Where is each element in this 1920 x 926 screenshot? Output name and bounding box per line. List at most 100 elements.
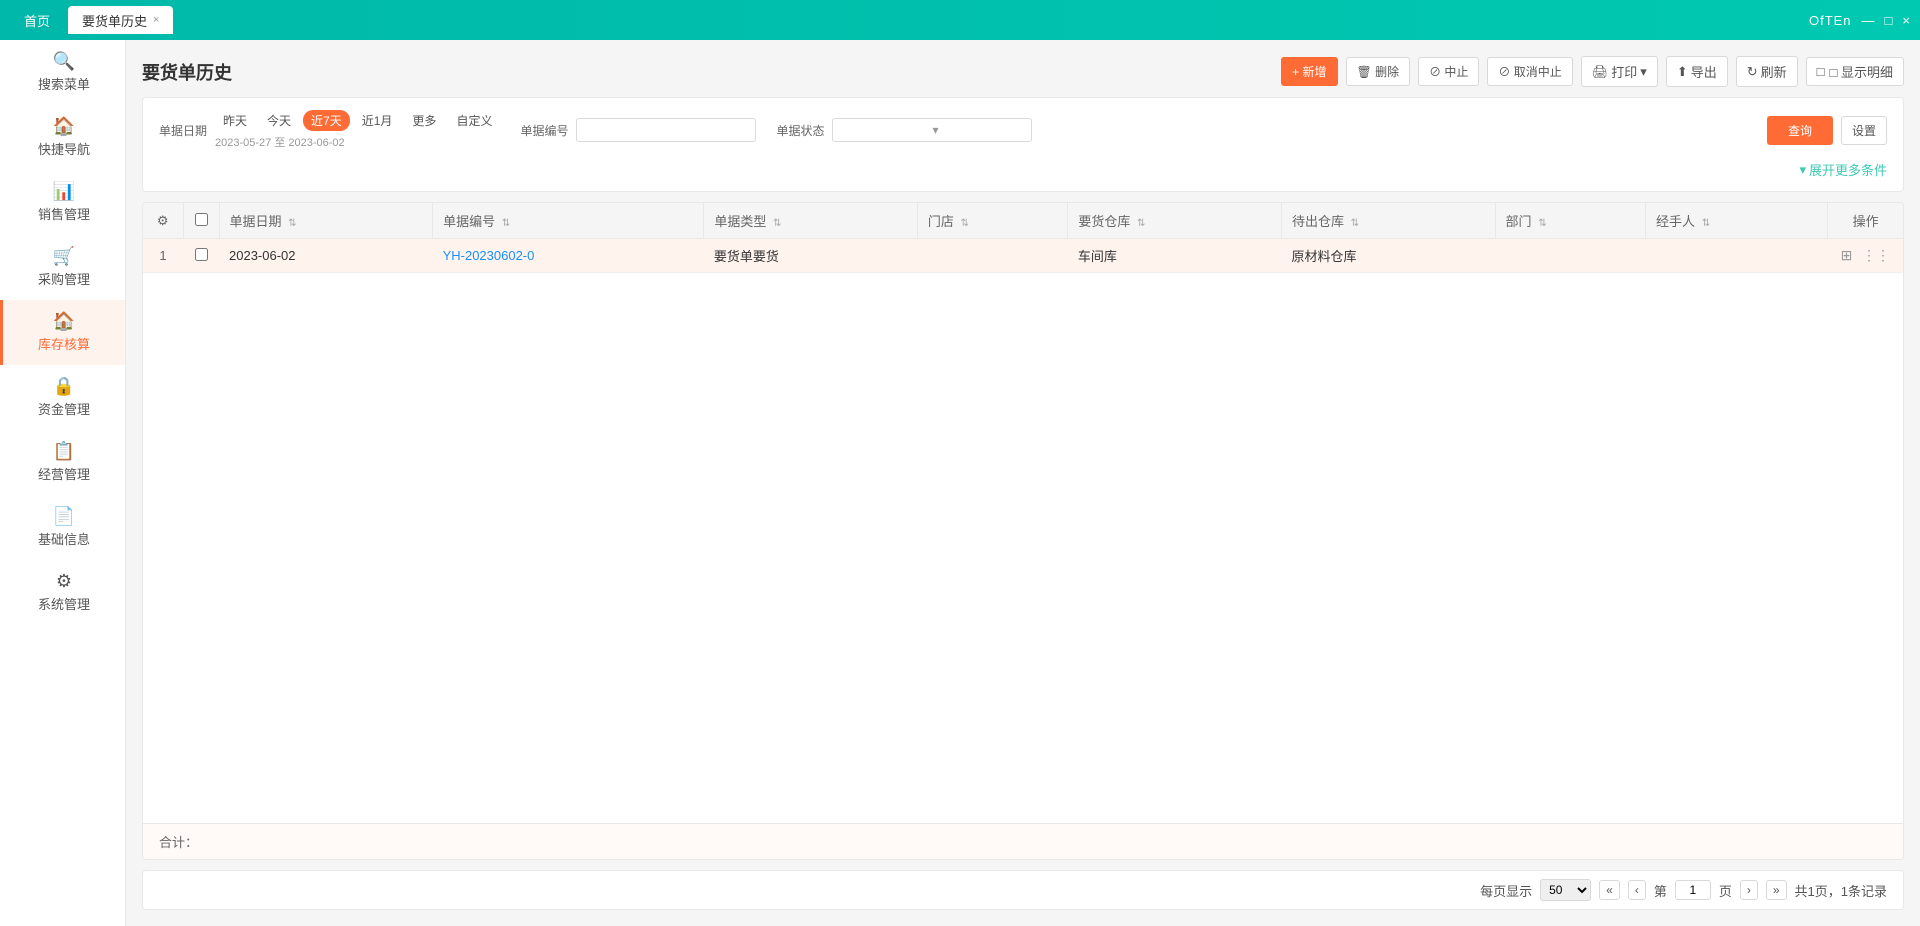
cancel-stop-button[interactable]: ⊘ 取消中止 (1487, 57, 1572, 86)
delete-button[interactable]: 🗑 删除 (1346, 57, 1411, 86)
status-select[interactable]: ▾ (832, 118, 1032, 142)
td-num-link[interactable]: YH-20230602-0 (433, 239, 704, 273)
th-date-label: 单据日期 (230, 214, 282, 229)
td-type: 要货单要货 (704, 239, 918, 273)
date-filter-label: 单据日期 (159, 122, 207, 139)
th-ops: 操作 (1828, 203, 1903, 239)
sidebar-item-operations[interactable]: 📋 经营管理 (0, 430, 125, 495)
settings-icon: ⚙ (157, 213, 169, 229)
th-handler-label: 经手人 (1656, 214, 1695, 229)
sidebar-item-purchase[interactable]: 🛒 采购管理 (0, 235, 125, 300)
date-range-text: 2023-05-27 至 2023-06-02 (215, 134, 500, 150)
sort-date-icon: ⇅ (288, 218, 296, 229)
th-check[interactable] (183, 203, 219, 239)
sort-dept-icon: ⇅ (1538, 218, 1546, 229)
td-check[interactable] (183, 239, 219, 273)
operations-icon: 📋 (53, 442, 75, 460)
th-type[interactable]: 单据类型 ⇅ (704, 203, 918, 239)
th-settings[interactable]: ⚙ (143, 203, 183, 239)
sidebar-item-operations-label: 经营管理 (38, 464, 90, 483)
sidebar-item-inventory-label: 库存核算 (38, 334, 90, 353)
th-req-warehouse[interactable]: 要货仓库 ⇅ (1068, 203, 1282, 239)
td-handler (1646, 239, 1828, 273)
prev-page-button[interactable]: ‹ (1628, 880, 1646, 900)
export-label: 导出 (1691, 62, 1717, 81)
print-label: 打印 (1611, 62, 1637, 81)
th-store[interactable]: 门店 ⇅ (917, 203, 1068, 239)
sidebar-item-sales[interactable]: 📊 销售管理 (0, 170, 125, 235)
tab-close-icon[interactable]: × (153, 15, 159, 26)
date-pill-custom[interactable]: 自定义 (448, 110, 500, 131)
td-date: 2023-06-02 (219, 239, 433, 273)
last-page-button[interactable]: » (1766, 880, 1787, 900)
sidebar-item-system-label: 系统管理 (38, 594, 90, 613)
export-button[interactable]: ⬆ 导出 (1666, 56, 1728, 87)
td-req-warehouse: 车间库 (1068, 239, 1282, 273)
th-num[interactable]: 单据编号 ⇅ (433, 203, 704, 239)
sidebar-item-quick-label: 快捷导航 (38, 139, 90, 158)
page-suffix: 页 (1719, 881, 1732, 900)
sidebar-item-search[interactable]: 🔍 搜索菜单 (0, 40, 125, 105)
sidebar-item-search-label: 搜索菜单 (38, 74, 90, 93)
sidebar-item-quick[interactable]: 🏠 快捷导航 (0, 105, 125, 170)
td-idx: 1 (143, 239, 183, 273)
print-chevron-icon: ▾ (1640, 64, 1647, 80)
date-pill-today[interactable]: 今天 (259, 110, 299, 131)
print-button[interactable]: 🖨 打印 ▾ (1581, 56, 1658, 87)
th-pending-warehouse[interactable]: 待出仓库 ⇅ (1281, 203, 1495, 239)
row-checkbox[interactable] (195, 248, 208, 261)
status-filter-group: 单据状态 ▾ (776, 118, 1032, 142)
export-icon: ⬆ (1677, 64, 1688, 80)
th-date[interactable]: 单据日期 ⇅ (219, 203, 433, 239)
sort-num-icon: ⇅ (502, 218, 510, 229)
show-detail-button[interactable]: □ □ 显示明细 (1806, 57, 1904, 86)
filter-row-2: ▾ 展开更多条件 (159, 160, 1887, 179)
td-store (917, 239, 1068, 273)
status-select-chevron: ▾ (932, 123, 1023, 137)
tab-home[interactable]: 首页 (10, 6, 64, 34)
date-pills: 昨天 今天 近7天 近1月 更多 自定义 (215, 110, 500, 131)
main-table: ⚙ 单据日期 ⇅ 单据编号 ⇅ (143, 203, 1903, 273)
date-pill-7days[interactable]: 近7天 (303, 110, 350, 131)
window-close[interactable]: × (1902, 13, 1910, 28)
sort-store-icon: ⇅ (961, 218, 969, 229)
doc-num-input[interactable] (576, 118, 756, 142)
search-icon: 🔍 (53, 52, 75, 70)
sidebar-item-system[interactable]: ⚙ 系统管理 (0, 560, 125, 625)
first-page-button[interactable]: « (1599, 880, 1620, 900)
stop-button[interactable]: ⊘ 中止 (1418, 57, 1479, 86)
th-dept[interactable]: 部门 ⇅ (1495, 203, 1646, 239)
window-minimize[interactable]: — (1862, 13, 1875, 28)
expand-conditions-button[interactable]: ▾ 展开更多条件 (1799, 160, 1887, 179)
th-type-label: 单据类型 (714, 214, 766, 229)
per-page-select[interactable]: 50 10 20 100 (1540, 879, 1591, 901)
per-page-label: 每页显示 (1480, 881, 1532, 900)
tab-active[interactable]: 要货单历史 × (68, 6, 173, 34)
window-maximize[interactable]: □ (1885, 13, 1893, 28)
sidebar-item-finance[interactable]: 🔒 资金管理 (0, 365, 125, 430)
sidebar-item-basic[interactable]: 📄 基础信息 (0, 495, 125, 560)
row-edit-icon[interactable]: ⊞ (1841, 247, 1853, 263)
th-handler[interactable]: 经手人 ⇅ (1646, 203, 1828, 239)
date-pill-yesterday[interactable]: 昨天 (215, 110, 255, 131)
next-page-button[interactable]: › (1740, 880, 1758, 900)
date-filter-group: 单据日期 昨天 今天 近7天 近1月 更多 自定义 2023-05-27 至 2… (159, 110, 500, 150)
sort-pending-warehouse-icon: ⇅ (1351, 218, 1359, 229)
sidebar-item-inventory[interactable]: 🏠 库存核算 (0, 300, 125, 365)
date-pill-more[interactable]: 更多 (404, 110, 444, 131)
settings-button[interactable]: 设置 (1841, 116, 1887, 145)
date-pill-1month[interactable]: 近1月 (354, 110, 401, 131)
doc-num-label: 单据编号 (520, 122, 568, 139)
new-button[interactable]: + 新增 (1281, 57, 1337, 86)
home-icon: 🏠 (53, 117, 75, 135)
select-all-checkbox[interactable] (195, 213, 208, 226)
row-more-icon[interactable]: ⋮⋮ (1862, 247, 1890, 263)
page-num-input[interactable] (1675, 880, 1711, 900)
refresh-icon: ↻ (1747, 64, 1758, 80)
refresh-button[interactable]: ↻ 刷新 (1736, 56, 1798, 87)
th-store-label: 门店 (928, 214, 954, 229)
expand-label: 展开更多条件 (1809, 160, 1887, 179)
page-title: 要货单历史 (142, 59, 232, 85)
show-detail-checkbox: □ (1817, 64, 1825, 79)
query-button[interactable]: 查询 (1767, 116, 1833, 145)
